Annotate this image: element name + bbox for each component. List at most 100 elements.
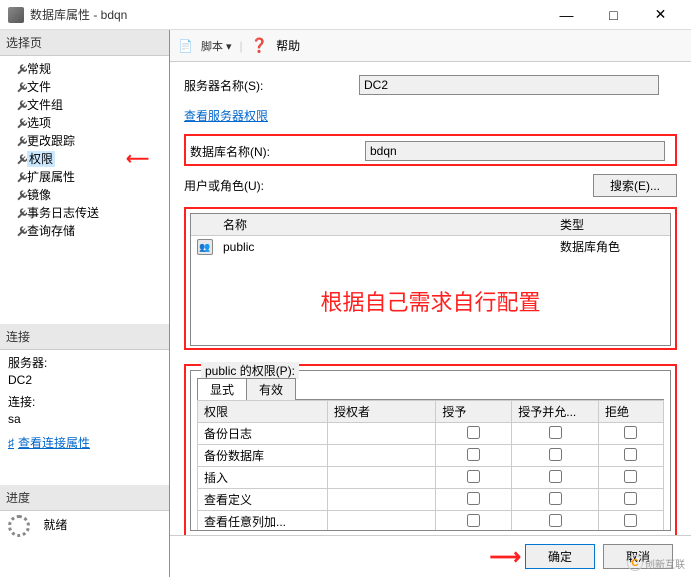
sidebar-item-label: 文件组: [27, 97, 63, 113]
perm-deny-checkbox[interactable]: [624, 426, 637, 439]
wrench-icon: [16, 208, 27, 219]
perm-row[interactable]: 插入: [198, 467, 664, 489]
perm-header-deny: 拒绝: [598, 401, 663, 423]
perm-row[interactable]: 备份日志: [198, 423, 664, 445]
wrench-icon: [16, 100, 27, 111]
user-role-label: 用户或角色(U):: [184, 177, 359, 194]
grid-cell-name: public: [219, 240, 560, 254]
grid-header-type: 类型: [560, 216, 670, 233]
perm-withgrant-checkbox[interactable]: [549, 492, 562, 505]
close-button[interactable]: ✕: [638, 0, 683, 30]
help-icon: ❓: [251, 37, 268, 54]
perm-cell-grantor: [328, 489, 436, 511]
sidebar-item-permissions[interactable]: 权限 ⟵: [0, 150, 169, 168]
db-name-label: 数据库名称(N):: [190, 143, 365, 160]
perm-deny-checkbox[interactable]: [624, 470, 637, 483]
grid-row[interactable]: 👥 public 数据库角色: [191, 236, 670, 257]
link-label: 查看连接属性: [18, 434, 90, 451]
perm-row[interactable]: 备份数据库: [198, 445, 664, 467]
perm-cell-name: 插入: [198, 467, 328, 489]
perm-withgrant-checkbox[interactable]: [549, 470, 562, 483]
footer: ⟶ 确定 取消: [170, 535, 691, 577]
page-tree: 常规 文件 文件组 选项 更改跟踪 权限 ⟵ 扩展属性 镜像 事务日志传送 查询存…: [0, 56, 169, 244]
perm-row[interactable]: 查看任意列加...: [198, 511, 664, 531]
sidebar-item-filegroups[interactable]: 文件组: [0, 96, 169, 114]
perm-grant-checkbox[interactable]: [467, 470, 480, 483]
highlight-permissions: public 的权限(P): 显式 有效 权限 授权者 授予: [184, 364, 677, 535]
sidebar: 选择页 常规 文件 文件组 选项 更改跟踪 权限⟵ 扩展属性 镜像 事务日志传送…: [0, 30, 170, 577]
sidebar-item-extprops[interactable]: 扩展属性: [0, 168, 169, 186]
perm-withgrant-checkbox[interactable]: [549, 426, 562, 439]
permissions-legend: public 的权限(P):: [201, 362, 299, 379]
sidebar-header-connection: 连接: [0, 324, 169, 350]
connection-label: 连接:: [8, 393, 161, 410]
spinner-icon: [8, 515, 30, 537]
perm-deny-checkbox[interactable]: [624, 448, 637, 461]
watermark-text: 创新互联: [645, 556, 685, 571]
sidebar-item-options[interactable]: 选项: [0, 114, 169, 132]
sidebar-item-label: 权限: [27, 151, 55, 167]
help-link[interactable]: 帮助: [276, 37, 300, 54]
script-dropdown[interactable]: 脚本 ▾: [201, 38, 232, 54]
search-button[interactable]: 搜索(E)...: [593, 174, 677, 197]
arrow-indicator-icon: ⟵: [126, 152, 149, 168]
sidebar-item-label: 常规: [27, 61, 51, 77]
server-name-label: 服务器名称(S):: [184, 77, 359, 94]
highlight-grid: 名称 类型 👥 public 数据库角色 根据自己需求自行配置: [184, 207, 677, 350]
toolbar: 📄 脚本 ▾ | ❓ 帮助: [170, 30, 691, 62]
perm-grant-checkbox[interactable]: [467, 514, 480, 527]
perm-header-grant: 授予: [436, 401, 512, 423]
perm-cell-name: 备份数据库: [198, 445, 328, 467]
highlight-dbname: 数据库名称(N):: [184, 134, 677, 166]
permissions-fieldset: public 的权限(P): 显式 有效 权限 授权者 授予: [190, 370, 671, 531]
sidebar-item-label: 查询存储: [27, 223, 75, 239]
perm-row[interactable]: 查看定义: [198, 489, 664, 511]
role-icon: 👥: [197, 239, 213, 255]
window-title: 数据库属性 - bdqn: [30, 6, 127, 23]
sidebar-item-querystore[interactable]: 查询存储: [0, 222, 169, 240]
tab-explicit[interactable]: 显式: [197, 378, 247, 400]
grid-header-name: 名称: [219, 216, 560, 233]
connection-value: sa: [8, 412, 161, 426]
server-name-field: [359, 75, 659, 95]
perm-deny-checkbox[interactable]: [624, 514, 637, 527]
sidebar-item-label: 事务日志传送: [27, 205, 99, 221]
script-icon: 📄: [178, 39, 193, 53]
perm-cell-grantor: [328, 445, 436, 467]
sidebar-item-general[interactable]: 常规: [0, 60, 169, 78]
perm-cell-grantor: [328, 467, 436, 489]
perm-withgrant-checkbox[interactable]: [549, 448, 562, 461]
annotation-caption: 根据自己需求自行配置: [191, 257, 670, 345]
grid-cell-type: 数据库角色: [560, 238, 670, 255]
sidebar-item-label: 更改跟踪: [27, 133, 75, 149]
perm-cell-name: 查看定义: [198, 489, 328, 511]
db-name-field: [365, 141, 665, 161]
wrench-icon: [16, 226, 27, 237]
sidebar-item-logshipping[interactable]: 事务日志传送: [0, 204, 169, 222]
wrench-icon: [16, 64, 27, 75]
perm-header-withgrant: 授予并允...: [512, 401, 599, 423]
perm-grant-checkbox[interactable]: [467, 426, 480, 439]
view-connection-properties-link[interactable]: ♯ 查看连接属性: [8, 432, 161, 453]
app-icon: [8, 7, 24, 23]
user-role-grid[interactable]: 名称 类型 👥 public 数据库角色 根据自己需求自行配置: [190, 213, 671, 346]
sidebar-item-files[interactable]: 文件: [0, 78, 169, 96]
perm-cell-grantor: [328, 423, 436, 445]
tab-effective[interactable]: 有效: [246, 378, 296, 400]
view-server-permissions-link[interactable]: 查看服务器权限: [184, 107, 268, 124]
wrench-icon: [16, 118, 27, 129]
maximize-button[interactable]: □: [591, 0, 636, 30]
perm-withgrant-checkbox[interactable]: [549, 514, 562, 527]
wrench-icon: [16, 82, 27, 93]
ok-button[interactable]: 确定: [525, 544, 595, 569]
perm-header-grantor: 授权者: [328, 401, 436, 423]
perm-deny-checkbox[interactable]: [624, 492, 637, 505]
sidebar-item-mirroring[interactable]: 镜像: [0, 186, 169, 204]
wrench-icon: [16, 136, 27, 147]
perm-grant-checkbox[interactable]: [467, 448, 480, 461]
minimize-button[interactable]: —: [544, 0, 589, 30]
perm-grant-checkbox[interactable]: [467, 492, 480, 505]
permissions-table-scroll[interactable]: 权限 授权者 授予 授予并允... 拒绝 备份日志 备份数据库: [197, 400, 664, 530]
sidebar-item-changetracking[interactable]: 更改跟踪: [0, 132, 169, 150]
watermark-icon: C: [627, 555, 643, 571]
